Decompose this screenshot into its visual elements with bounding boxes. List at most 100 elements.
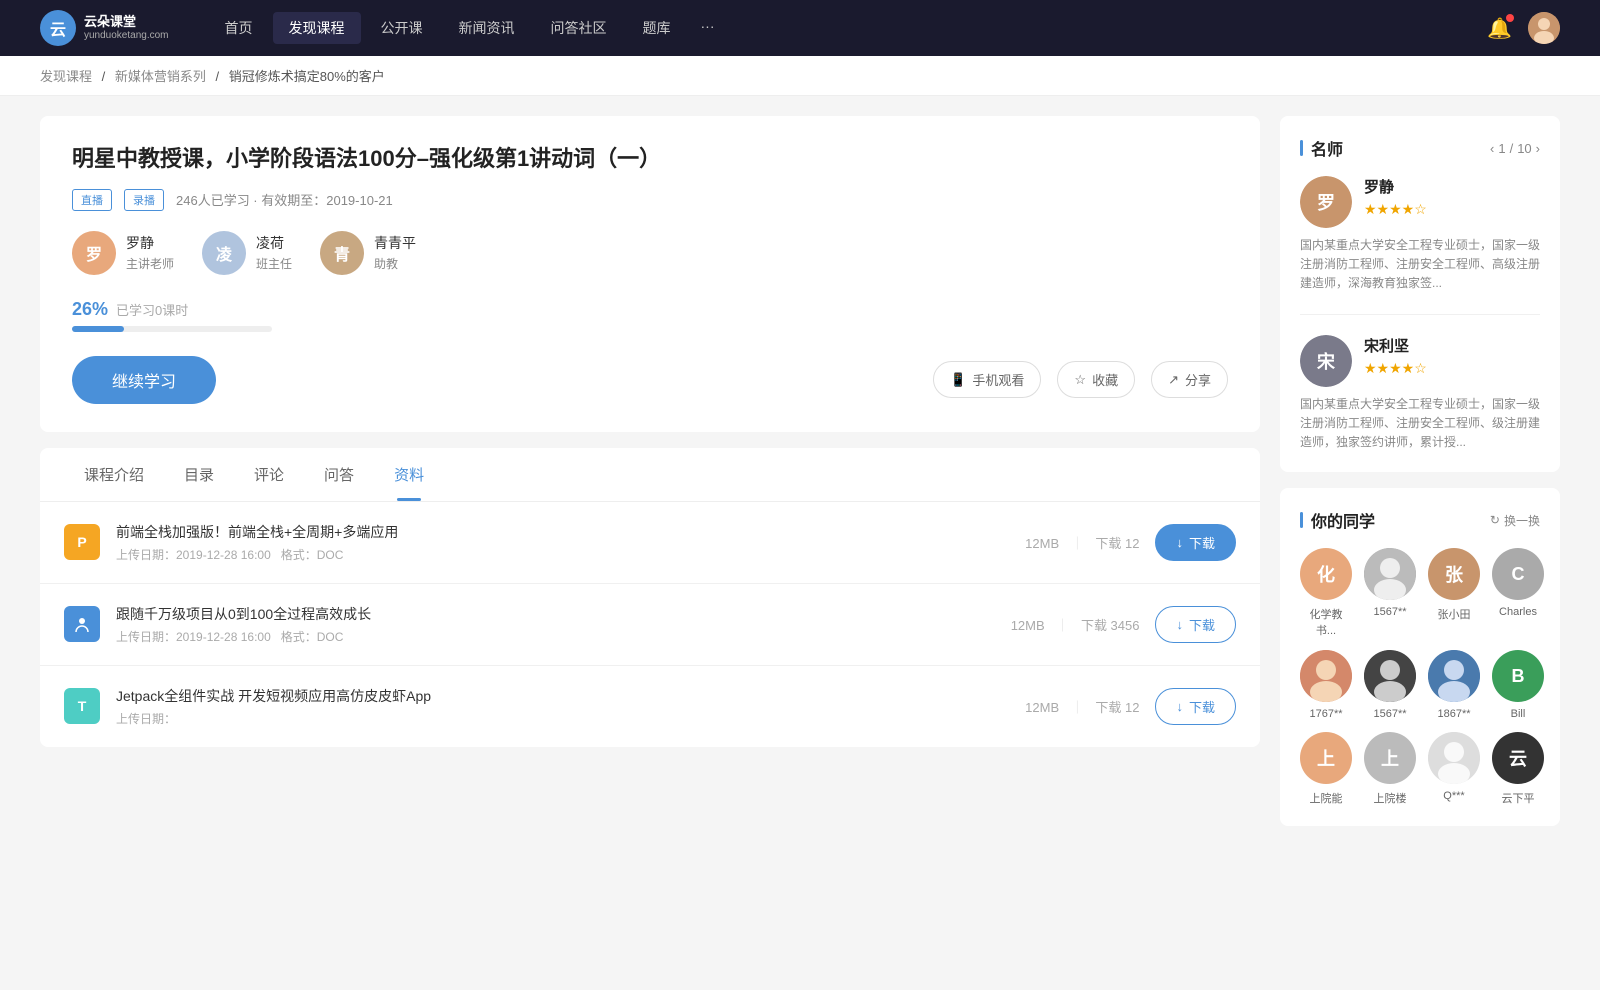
header-right: 🔔 xyxy=(1487,12,1560,44)
classmate-4[interactable]: 1767** xyxy=(1300,650,1352,720)
classmate-name-6: 1867** xyxy=(1437,708,1470,720)
breadcrumb-series[interactable]: 新媒体营销系列 xyxy=(115,69,206,84)
classmate-avatar-7: B xyxy=(1492,650,1544,702)
resource-stats-2: 12MB ｜ 下载 12 xyxy=(1025,697,1139,716)
classmate-10[interactable]: Q*** xyxy=(1428,732,1480,806)
tab-resources[interactable]: 资料 xyxy=(374,448,444,501)
classmate-avatar-6 xyxy=(1428,650,1480,702)
progress-bar-bg xyxy=(72,326,272,332)
refresh-icon: ↻ xyxy=(1490,513,1500,527)
mobile-watch-button[interactable]: 📱 手机观看 xyxy=(933,361,1041,398)
classmate-avatar-3: C xyxy=(1492,548,1544,600)
classmate-name-5: 1567** xyxy=(1373,708,1406,720)
nav-questions[interactable]: 题库 xyxy=(627,12,687,44)
classmate-3[interactable]: C Charles xyxy=(1492,548,1544,638)
bell-button[interactable]: 🔔 xyxy=(1487,16,1512,41)
instructor-1: 凌 凌荷 班主任 xyxy=(202,231,292,275)
teachers-panel: 名师 ‹ 1 / 10 › 罗 罗静 ★★★★☆ xyxy=(1280,116,1560,472)
tab-intro[interactable]: 课程介绍 xyxy=(64,448,164,501)
breadcrumb-discover[interactable]: 发现课程 xyxy=(40,69,92,84)
teachers-page-current: 1 xyxy=(1498,141,1505,156)
tabs-card: 课程介绍 目录 评论 问答 资料 P 前端全栈加强版！前端全栈+全周期+多端应用… xyxy=(40,448,1260,747)
classmate-5[interactable]: 1567** xyxy=(1364,650,1416,720)
classmate-11[interactable]: 云 云下平 xyxy=(1492,732,1544,806)
resource-stats-1: 12MB ｜ 下载 3456 xyxy=(1011,615,1140,634)
course-actions: 继续学习 📱 手机观看 ☆ 收藏 ↗ 分享 xyxy=(72,356,1228,404)
nav-discover[interactable]: 发现课程 xyxy=(273,12,361,44)
instructor-avatar-0: 罗 xyxy=(72,231,116,275)
logo[interactable]: 云 云朵课堂 yunduoketang.com xyxy=(40,10,169,46)
share-button[interactable]: ↗ 分享 xyxy=(1151,361,1228,398)
share-icon: ↗ xyxy=(1168,372,1179,388)
resource-name-0: 前端全栈加强版！前端全栈+全周期+多端应用 xyxy=(116,522,1009,542)
classmate-6[interactable]: 1867** xyxy=(1428,650,1480,720)
instructor-name-0: 罗静 xyxy=(126,233,174,253)
instructor-2: 青 青青平 助教 xyxy=(320,231,416,275)
classmate-name-7: Bill xyxy=(1511,708,1526,720)
course-card: 明星中教授课，小学阶段语法100分–强化级第1讲动词（一） 直播 录播 246人… xyxy=(40,116,1260,432)
classmate-name-8: 上院能 xyxy=(1310,790,1343,806)
progress-bar-fill xyxy=(72,326,124,332)
teachers-next-button[interactable]: › xyxy=(1536,141,1540,156)
nav-open[interactable]: 公开课 xyxy=(365,12,439,44)
classmates-panel-header: 你的同学 ↻ 换一换 xyxy=(1300,508,1540,532)
teachers-page-total: 10 xyxy=(1517,141,1531,156)
download-button-0[interactable]: ↓ 下载 xyxy=(1155,524,1236,561)
resource-meta-1: 上传日期：2019-12-28 16:00 格式：DOC xyxy=(116,628,995,645)
download-button-1[interactable]: ↓ 下载 xyxy=(1155,606,1236,643)
tab-catalog[interactable]: 目录 xyxy=(164,448,234,501)
classmates-panel-title: 你的同学 xyxy=(1300,508,1375,532)
resource-icon-1 xyxy=(64,606,100,642)
nav-home[interactable]: 首页 xyxy=(209,12,269,44)
continue-learning-button[interactable]: 继续学习 xyxy=(72,356,216,404)
switch-classmates-button[interactable]: ↻ 换一换 xyxy=(1490,512,1540,529)
nav-more[interactable]: ··· xyxy=(691,12,725,44)
instructors: 罗 罗静 主讲老师 凌 凌荷 班主任 xyxy=(72,231,1228,275)
star-icon: ☆ xyxy=(1074,372,1086,388)
resource-name-1: 跟随千万级项目从0到100全过程高效成长 xyxy=(116,604,995,624)
classmate-name-0: 化学教书... xyxy=(1300,606,1352,638)
logo-text: 云朵课堂 yunduoketang.com xyxy=(84,14,169,42)
badge-live: 直播 xyxy=(72,189,112,211)
download-button-2[interactable]: ↓ 下载 xyxy=(1155,688,1236,725)
tab-comments[interactable]: 评论 xyxy=(234,448,304,501)
instructor-role-0: 主讲老师 xyxy=(126,255,174,272)
classmate-2[interactable]: 张 张小田 xyxy=(1428,548,1480,638)
resource-item-2: T Jetpack全组件实战 开发短视频应用高仿皮皮虾App 上传日期： 12M… xyxy=(40,666,1260,747)
classmate-1[interactable]: 1567** xyxy=(1364,548,1416,638)
instructor-0: 罗 罗静 主讲老师 xyxy=(72,231,174,275)
download-icon-2: ↓ xyxy=(1176,699,1183,714)
classmate-avatar-10 xyxy=(1428,732,1480,784)
classmate-avatar-0: 化 xyxy=(1300,548,1352,600)
resource-item-1: 跟随千万级项目从0到100全过程高效成长 上传日期：2019-12-28 16:… xyxy=(40,584,1260,666)
classmate-avatar-5 xyxy=(1364,650,1416,702)
classmate-avatar-9: 上 xyxy=(1364,732,1416,784)
tab-qa[interactable]: 问答 xyxy=(304,448,374,501)
classmate-8[interactable]: 上 上院能 xyxy=(1300,732,1352,806)
teacher-item-0: 罗 罗静 ★★★★☆ 国内某重点大学安全工程专业硕士，国家一级注册消防工程师、注… xyxy=(1300,176,1540,315)
classmate-0[interactable]: 化 化学教书... xyxy=(1300,548,1352,638)
classmate-avatar-11: 云 xyxy=(1492,732,1544,784)
nav-qa[interactable]: 问答社区 xyxy=(535,12,623,44)
instructor-role-2: 助教 xyxy=(374,255,416,272)
teacher-avatar-1: 宋 xyxy=(1300,335,1352,387)
classmate-7[interactable]: B Bill xyxy=(1492,650,1544,720)
classmate-avatar-1 xyxy=(1364,548,1416,600)
nav-news[interactable]: 新闻资讯 xyxy=(443,12,531,44)
tabs-content: P 前端全栈加强版！前端全栈+全周期+多端应用 上传日期：2019-12-28 … xyxy=(40,502,1260,747)
classmate-avatar-4 xyxy=(1300,650,1352,702)
favorite-button[interactable]: ☆ 收藏 xyxy=(1057,361,1135,398)
classmates-panel: 你的同学 ↻ 换一换 化 化学教书... 1567** xyxy=(1280,488,1560,826)
user-avatar-header[interactable] xyxy=(1528,12,1560,44)
teachers-prev-button[interactable]: ‹ xyxy=(1490,141,1494,156)
course-meta-text: 246人已学习 · 有效期至：2019-10-21 xyxy=(176,190,393,209)
instructor-name-1: 凌荷 xyxy=(256,233,292,253)
resource-name-2: Jetpack全组件实战 开发短视频应用高仿皮皮虾App xyxy=(116,686,1009,706)
teacher-name-1: 宋利坚 xyxy=(1364,335,1427,356)
classmate-name-4: 1767** xyxy=(1309,708,1342,720)
teacher-desc-0: 国内某重点大学安全工程专业硕士，国家一级注册消防工程师、注册安全工程师、高级注册… xyxy=(1300,236,1540,294)
breadcrumb-current: 销冠修炼术搞定80%的客户 xyxy=(229,69,385,84)
classmate-9[interactable]: 上 上院楼 xyxy=(1364,732,1416,806)
mobile-watch-label: 手机观看 xyxy=(972,370,1024,389)
download-icon-0: ↓ xyxy=(1176,535,1183,550)
